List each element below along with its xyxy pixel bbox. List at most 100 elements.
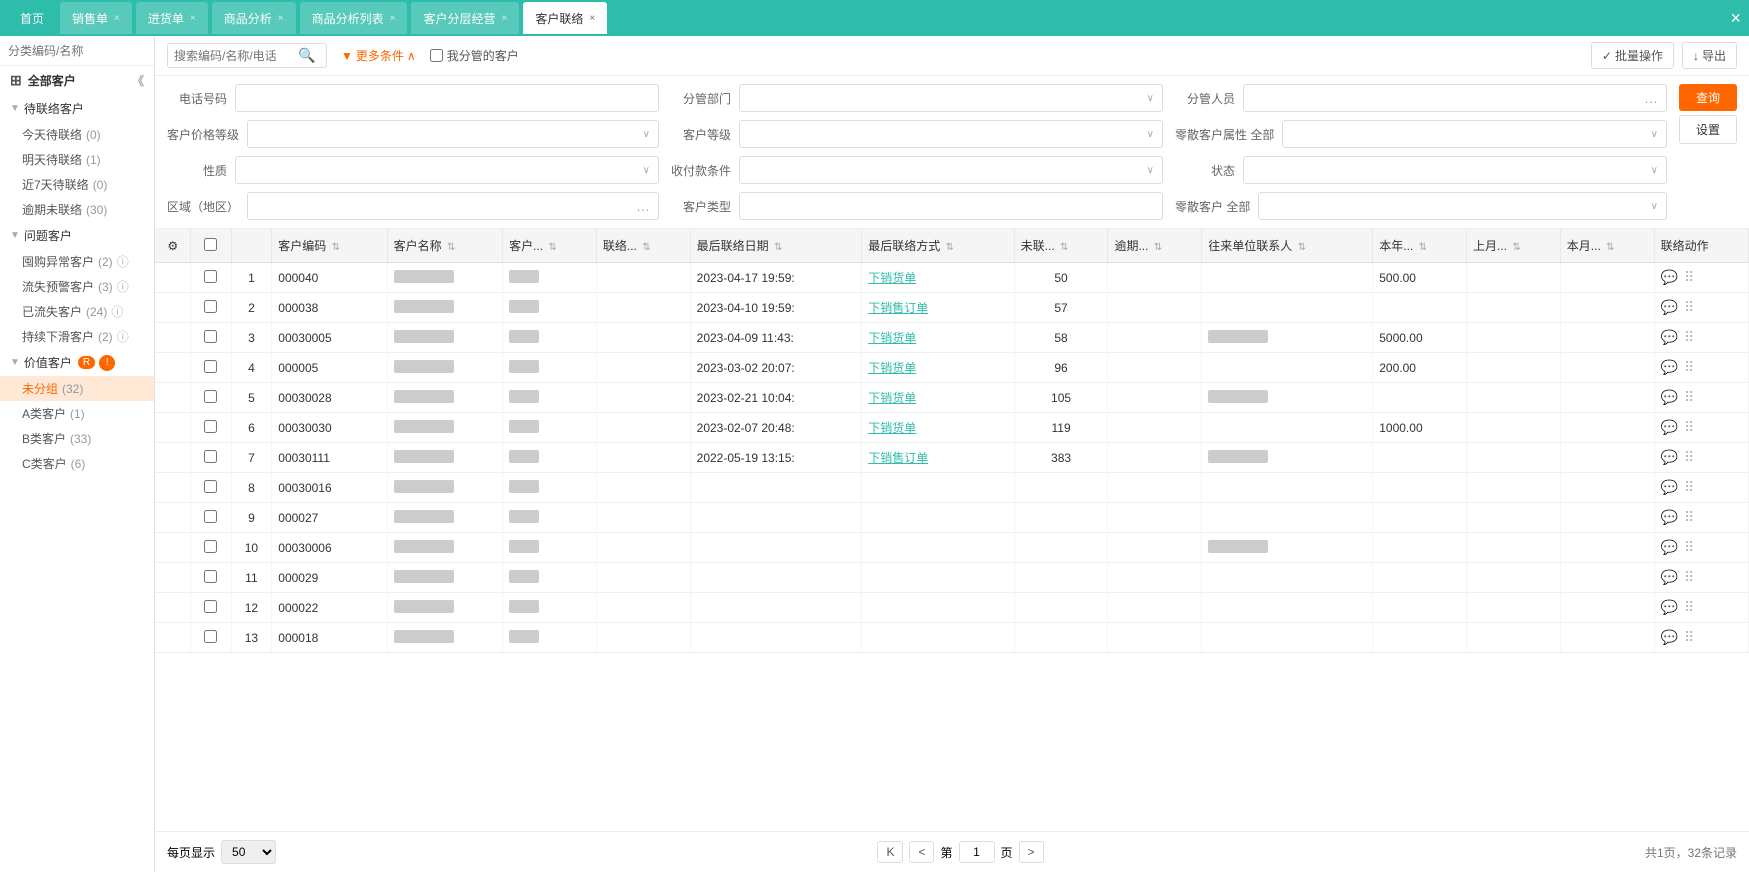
- col-checkbox-header[interactable]: [191, 229, 231, 263]
- filter-price-select[interactable]: ∨: [247, 120, 659, 148]
- filter-payment-select[interactable]: ∨: [739, 156, 1163, 184]
- close-icon[interactable]: ×: [390, 13, 396, 24]
- last-method-link[interactable]: 下销货单: [868, 331, 916, 345]
- row-checkbox[interactable]: [191, 593, 231, 623]
- row-checkbox[interactable]: [191, 323, 231, 353]
- col-last-date[interactable]: 最后联络日期 ⇅: [690, 229, 862, 263]
- col-overdue[interactable]: 逾期... ⇅: [1108, 229, 1202, 263]
- col-contacts[interactable]: 往来单位联系人 ⇅: [1202, 229, 1373, 263]
- contact-icon[interactable]: 💬: [1661, 419, 1678, 436]
- contact-icon[interactable]: 💬: [1661, 389, 1678, 406]
- sidebar-item-today-pending[interactable]: 今天待联络 (0): [0, 122, 154, 147]
- more-action-icon[interactable]: ⠿: [1684, 269, 1694, 286]
- tab-customer-contact[interactable]: 客户联络 ×: [523, 2, 607, 34]
- sidebar-item-ungrouped[interactable]: 未分组 (32): [0, 376, 154, 401]
- last-method-link[interactable]: 下销货单: [868, 271, 916, 285]
- row-checkbox[interactable]: [191, 383, 231, 413]
- row-checkbox[interactable]: [191, 563, 231, 593]
- sidebar-item-class-b[interactable]: B类客户 (33): [0, 426, 154, 451]
- filter-dept-select[interactable]: ∨: [739, 84, 1163, 112]
- filter-phone-input[interactable]: [235, 84, 659, 112]
- close-icon[interactable]: ×: [114, 13, 120, 24]
- contact-icon[interactable]: 💬: [1661, 359, 1678, 376]
- col-settings[interactable]: ⚙: [155, 229, 191, 263]
- filter-manager-input[interactable]: …: [1243, 84, 1667, 112]
- sidebar-item-churn-warning[interactable]: 流失预警客户 (3) ⓘ: [0, 274, 154, 299]
- sidebar-item-class-c[interactable]: C类客户 (6): [0, 451, 154, 476]
- query-button[interactable]: 查询: [1679, 84, 1737, 111]
- export-button[interactable]: ↓ 导出: [1682, 42, 1737, 69]
- col-last-month[interactable]: 上月... ⇅: [1467, 229, 1561, 263]
- sidebar-item-overdue-pending[interactable]: 逾期未联络 (30): [0, 197, 154, 222]
- page-size-select[interactable]: 50 100 200: [221, 840, 276, 864]
- filter-region-input[interactable]: …: [247, 192, 659, 220]
- tab-customer-segmentation[interactable]: 客户分层经营 ×: [411, 2, 519, 34]
- more-action-icon[interactable]: ⠿: [1684, 299, 1694, 316]
- more-action-icon[interactable]: ⠿: [1684, 419, 1694, 436]
- sidebar-item-tomorrow-pending[interactable]: 明天待联络 (1): [0, 147, 154, 172]
- sidebar-search-input[interactable]: [8, 44, 155, 58]
- select-all-checkbox[interactable]: [204, 238, 217, 251]
- row-checkbox[interactable]: [191, 413, 231, 443]
- more-action-icon[interactable]: ⠿: [1684, 569, 1694, 586]
- tab-product-analysis-list[interactable]: 商品分析列表 ×: [300, 2, 408, 34]
- more-action-icon[interactable]: ⠿: [1684, 389, 1694, 406]
- col-name[interactable]: 客户名称 ⇅: [387, 229, 502, 263]
- contact-icon[interactable]: 💬: [1661, 269, 1678, 286]
- filter-retail-select[interactable]: ∨: [1282, 120, 1667, 148]
- col-this-month[interactable]: 本月... ⇅: [1560, 229, 1654, 263]
- col-this-year[interactable]: 本年... ⇅: [1373, 229, 1467, 263]
- contact-icon[interactable]: 💬: [1661, 509, 1678, 526]
- more-action-icon[interactable]: ⠿: [1684, 539, 1694, 556]
- tab-sales-order[interactable]: 销售单 ×: [60, 2, 132, 34]
- first-page-button[interactable]: K: [877, 841, 903, 863]
- filter-level-select[interactable]: ∨: [739, 120, 1163, 148]
- close-icon[interactable]: ×: [278, 13, 284, 24]
- col-uncontacted[interactable]: 未联... ⇅: [1014, 229, 1108, 263]
- contact-icon[interactable]: 💬: [1661, 599, 1678, 616]
- filter-type-input[interactable]: [739, 192, 1163, 220]
- col-code[interactable]: 客户编码 ⇅: [272, 229, 387, 263]
- sidebar-group-value[interactable]: ▼ 价值客户 R !: [0, 349, 154, 376]
- filter-more-btn[interactable]: ▼ 更多条件 ∧: [335, 44, 422, 67]
- row-checkbox[interactable]: [191, 623, 231, 653]
- next-page-button[interactable]: >: [1019, 841, 1044, 863]
- row-checkbox[interactable]: [191, 263, 231, 293]
- more-action-icon[interactable]: ⠿: [1684, 479, 1694, 496]
- more-action-icon[interactable]: ⠿: [1684, 329, 1694, 346]
- sidebar-item-abnormal-purchase[interactable]: 囤购异常客户 (2) ⓘ: [0, 249, 154, 274]
- more-action-icon[interactable]: ⠿: [1684, 629, 1694, 646]
- sidebar-item-churned[interactable]: 已流失客户 (24) ⓘ: [0, 299, 154, 324]
- close-all-tabs[interactable]: ×: [1730, 8, 1741, 29]
- reset-button[interactable]: 设置: [1679, 115, 1737, 144]
- last-method-link[interactable]: 下销售订单: [868, 301, 928, 315]
- page-number-input[interactable]: [959, 841, 995, 863]
- search-icon[interactable]: 🔍: [298, 47, 315, 64]
- phone-input[interactable]: [244, 91, 650, 105]
- contact-icon[interactable]: 💬: [1661, 449, 1678, 466]
- more-action-icon[interactable]: ⠿: [1684, 599, 1694, 616]
- filter-nature-select[interactable]: ∨: [235, 156, 659, 184]
- row-checkbox[interactable]: [191, 293, 231, 323]
- row-checkbox[interactable]: [191, 473, 231, 503]
- col-type[interactable]: 客户... ⇅: [503, 229, 597, 263]
- row-checkbox[interactable]: [191, 503, 231, 533]
- close-icon[interactable]: ×: [501, 13, 507, 24]
- my-customer-checkbox[interactable]: [430, 49, 443, 62]
- last-method-link[interactable]: 下销货单: [868, 391, 916, 405]
- sidebar-group-problem[interactable]: ▼ 问题客户: [0, 222, 154, 249]
- sidebar-item-7days-pending[interactable]: 近7天待联络 (0): [0, 172, 154, 197]
- search-input[interactable]: [174, 49, 294, 63]
- more-action-icon[interactable]: ⠿: [1684, 449, 1694, 466]
- batch-op-button[interactable]: ✓ 批量操作: [1591, 42, 1674, 69]
- filter-retail-all-select[interactable]: ∨: [1258, 192, 1667, 220]
- tab-product-analysis[interactable]: 商品分析 ×: [212, 2, 296, 34]
- sidebar-all-customers[interactable]: ⊞ 全部客户 《: [0, 66, 154, 95]
- prev-page-button[interactable]: <: [909, 841, 934, 863]
- contact-icon[interactable]: 💬: [1661, 569, 1678, 586]
- tab-purchase-order[interactable]: 进货单 ×: [136, 2, 208, 34]
- filter-status-select[interactable]: ∨: [1243, 156, 1667, 184]
- sidebar-item-declining[interactable]: 持续下滑客户 (2) ⓘ: [0, 324, 154, 349]
- more-action-icon[interactable]: ⠿: [1684, 509, 1694, 526]
- col-last-method[interactable]: 最后联络方式 ⇅: [862, 229, 1014, 263]
